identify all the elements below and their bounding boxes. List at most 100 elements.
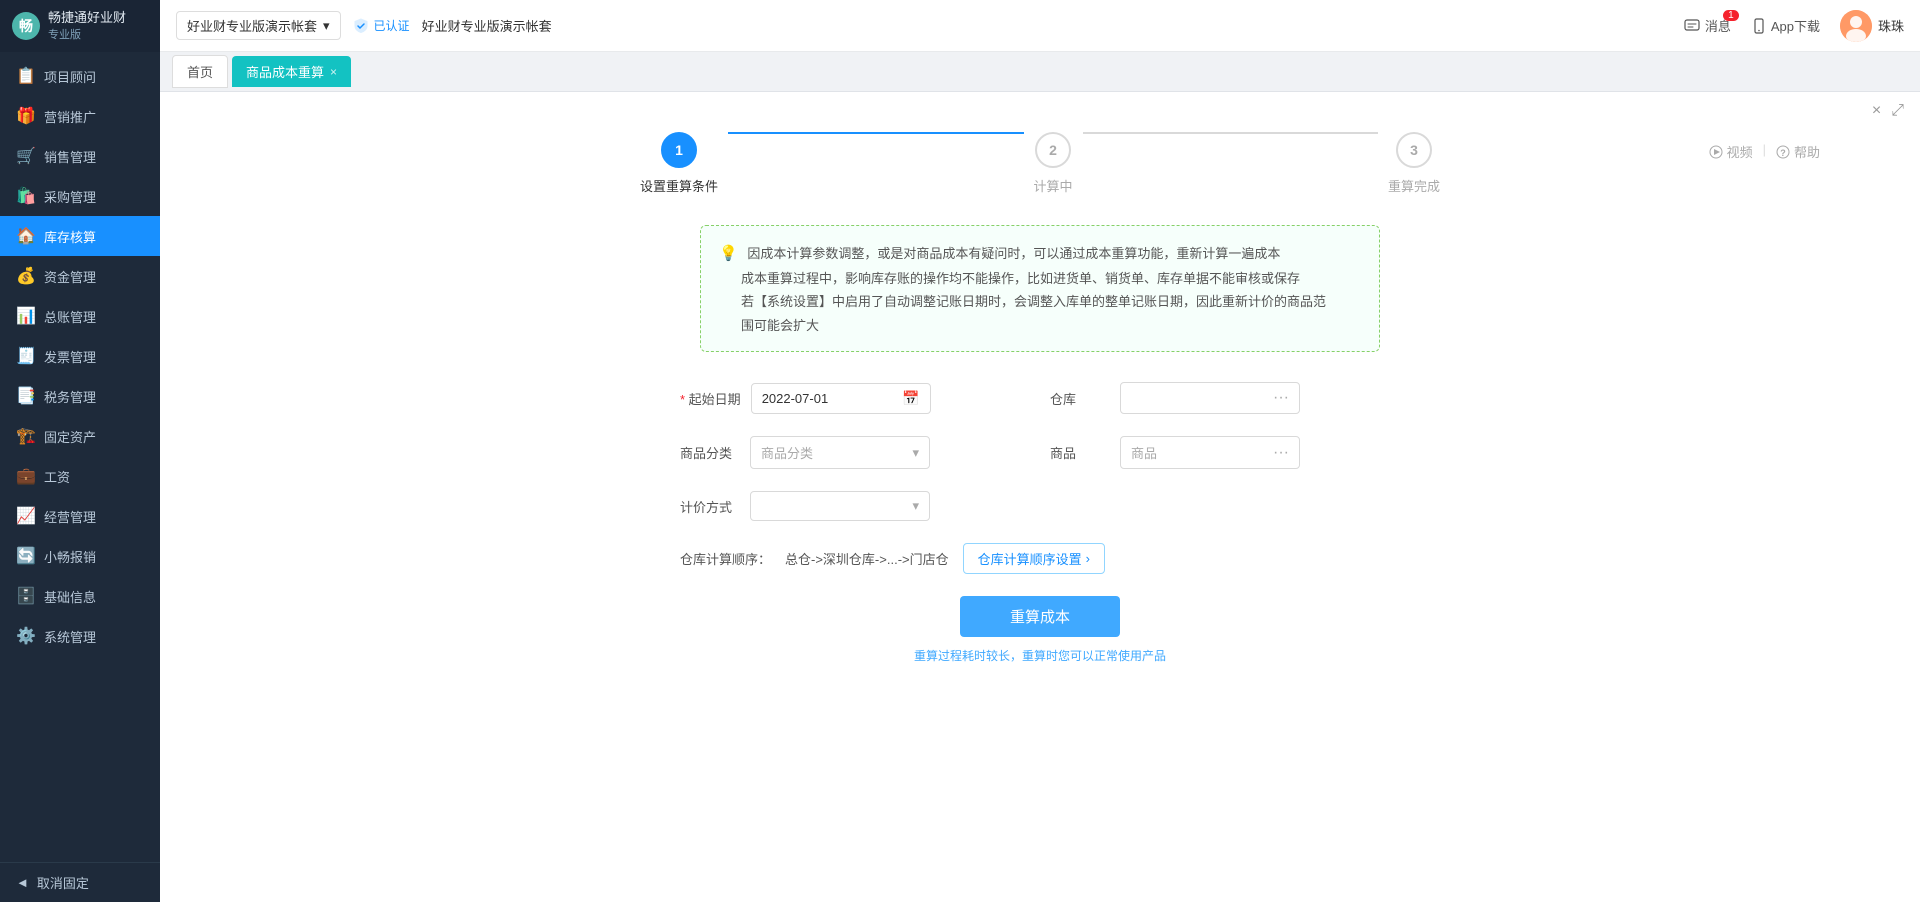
content-area: × ⤢ 视频 | ? 帮助 <box>160 92 1920 902</box>
sidebar-item-assets[interactable]: 🏗️ 固定资产 <box>0 416 160 456</box>
goods-group: 商品 商品 ··· <box>1050 436 1400 469</box>
goods-placeholder: 商品 <box>1131 443 1157 462</box>
warehouse-label: 仓库 <box>1050 389 1110 408</box>
pricing-label: 计价方式 <box>680 497 740 516</box>
sidebar-item-inventory[interactable]: 🏠 库存核算 <box>0 216 160 256</box>
sidebar-item-operations[interactable]: 📈 经营管理 <box>0 496 160 536</box>
ledger-icon: 📊 <box>16 306 34 326</box>
step-1-2-line <box>728 132 1023 134</box>
form-row-3: 计价方式 ▾ <box>680 491 1400 521</box>
company-name: 好业财专业版演示帐套 <box>422 16 552 35</box>
recalc-button[interactable]: 重算成本 <box>960 596 1120 637</box>
sidebar-item-expense[interactable]: 🔄 小畅报销 <box>0 536 160 576</box>
pricing-select[interactable]: ▾ <box>750 491 930 521</box>
calc-order-label: 仓库计算顺序： <box>680 549 771 568</box>
chevron-right-icon: › <box>1086 551 1090 566</box>
account-selector[interactable]: 好业财专业版演示帐套 ▾ <box>176 11 341 40</box>
start-date-value: 2022-07-01 <box>762 391 829 406</box>
play-icon <box>1709 145 1723 159</box>
goods-dots-icon[interactable]: ··· <box>1273 444 1289 462</box>
app-download-button[interactable]: App下载 <box>1751 16 1820 35</box>
warehouse-input[interactable]: ··· <box>1120 382 1300 414</box>
goods-label: 商品 <box>1050 443 1110 462</box>
form-row-2: 商品分类 商品分类 ▾ 商品 商品 ··· <box>680 436 1400 469</box>
shield-icon <box>353 18 369 34</box>
sidebar-nav: 📋 项目顾问 🎁 营销推广 🛒 销售管理 🛍️ 采购管理 🏠 库存核算 💰 资金… <box>0 52 160 862</box>
message-icon <box>1683 17 1701 35</box>
system-icon: ⚙️ <box>16 626 34 646</box>
sidebar-item-ledger[interactable]: 📊 总账管理 <box>0 296 160 336</box>
pricing-arrow-icon: ▾ <box>912 498 919 514</box>
warehouse-group: 仓库 ··· <box>1050 382 1400 414</box>
main-area: 好业财专业版演示帐套 ▾ 已认证 好业财专业版演示帐套 消息 1 <box>160 0 1920 902</box>
video-link[interactable]: 视频 <box>1709 142 1753 161</box>
tab-home[interactable]: 首页 <box>172 55 228 88</box>
step-2-label: 计算中 <box>1034 176 1073 195</box>
inventory-icon: 🏠 <box>16 226 34 246</box>
start-date-group: 起始日期 2022-07-01 📅 <box>680 383 1030 414</box>
step-1-label: 设置重算条件 <box>640 176 718 195</box>
step-3-label: 重算完成 <box>1388 176 1440 195</box>
start-date-input[interactable]: 2022-07-01 📅 <box>751 383 931 414</box>
category-arrow-icon: ▾ <box>912 445 919 461</box>
category-group: 商品分类 商品分类 ▾ <box>680 436 1030 469</box>
sidebar-item-finance[interactable]: 💰 资金管理 <box>0 256 160 296</box>
sidebar-item-purchase[interactable]: 🛍️ 采购管理 <box>0 176 160 216</box>
avatar <box>1840 10 1872 42</box>
step-1: 1 设置重算条件 <box>640 132 718 195</box>
help-link[interactable]: ? 帮助 <box>1776 142 1820 161</box>
calc-order-settings-button[interactable]: 仓库计算顺序设置 › <box>963 543 1105 574</box>
pricing-group: 计价方式 ▾ <box>680 491 1400 521</box>
sidebar-item-tax[interactable]: 📑 税务管理 <box>0 376 160 416</box>
sidebar-item-payroll[interactable]: 💼 工资 <box>0 456 160 496</box>
category-label: 商品分类 <box>680 443 740 462</box>
phone-icon <box>1751 18 1767 34</box>
message-badge: 1 <box>1723 10 1739 21</box>
info-icon: 💡 <box>719 240 738 267</box>
message-button[interactable]: 消息 1 <box>1683 16 1731 35</box>
sidebar-item-invoice[interactable]: 🧾 发票管理 <box>0 336 160 376</box>
sidebar-item-marketing[interactable]: 🎁 营销推广 <box>0 96 160 136</box>
topbar-right: 消息 1 App下载 珠珠 <box>1683 10 1904 42</box>
avatar-image <box>1840 10 1872 42</box>
topbar: 好业财专业版演示帐套 ▾ 已认证 好业财专业版演示帐套 消息 1 <box>160 0 1920 52</box>
sidebar-item-project[interactable]: 📋 项目顾问 <box>0 56 160 96</box>
user-menu[interactable]: 珠珠 <box>1840 10 1904 42</box>
help-icon: ? <box>1776 145 1790 159</box>
sidebar-item-system[interactable]: ⚙️ 系统管理 <box>0 616 160 656</box>
sidebar-item-sales[interactable]: 🛒 销售管理 <box>0 136 160 176</box>
step-3-circle: 3 <box>1396 132 1432 168</box>
expand-button[interactable]: ⤢ <box>1891 102 1904 120</box>
form-area: 起始日期 2022-07-01 📅 仓库 ··· 商品分 <box>680 382 1400 664</box>
step-2-circle: 2 <box>1035 132 1071 168</box>
calc-order-row: 仓库计算顺序： 总仓->深圳仓库->...->门店仓 仓库计算顺序设置 › <box>680 543 1400 574</box>
sidebar-item-basic[interactable]: 🗄️ 基础信息 <box>0 576 160 616</box>
purchase-icon: 🛍️ <box>16 186 34 206</box>
invoice-icon: 🧾 <box>16 346 34 366</box>
logo-text: 畅捷通好业财 专业版 <box>48 10 126 43</box>
form-row-1: 起始日期 2022-07-01 📅 仓库 ··· <box>680 382 1400 414</box>
project-icon: 📋 <box>16 66 34 86</box>
step-1-circle: 1 <box>661 132 697 168</box>
calendar-icon[interactable]: 📅 <box>902 390 919 407</box>
info-box: 💡 因成本计算参数调整，或是对商品成本有疑问时，可以通过成本重算功能，重新计算一… <box>700 225 1380 352</box>
recalc-hint: 重算过程耗时较长，重算时您可以正常使用产品 <box>914 647 1166 664</box>
tab-product-cost-recalc[interactable]: 商品成本重算 × <box>232 56 351 87</box>
category-select[interactable]: 商品分类 ▾ <box>750 436 930 469</box>
steps-container: 视频 | ? 帮助 1 设置重算条件 <box>200 112 1880 225</box>
app-logo: 畅 畅捷通好业财 专业版 <box>0 0 160 52</box>
tab-close-icon[interactable]: × <box>330 65 337 79</box>
logo-icon: 畅 <box>12 12 40 40</box>
steps-wrapper: 1 设置重算条件 2 计算中 3 重算完成 <box>640 132 1440 195</box>
goods-input[interactable]: 商品 ··· <box>1120 436 1300 469</box>
assets-icon: 🏗️ <box>16 426 34 446</box>
expense-icon: 🔄 <box>16 546 34 566</box>
warehouse-dots-icon[interactable]: ··· <box>1273 389 1289 407</box>
chevron-down-icon: ▾ <box>323 18 330 34</box>
recalc-container: 重算成本 重算过程耗时较长，重算时您可以正常使用产品 <box>680 596 1400 664</box>
unpin-icon: ◄ <box>16 875 29 890</box>
sidebar-unpin[interactable]: ◄ 取消固定 <box>0 862 160 902</box>
step-2-3-line <box>1083 132 1378 134</box>
link-separator: | <box>1763 142 1766 161</box>
marketing-icon: 🎁 <box>16 106 34 126</box>
